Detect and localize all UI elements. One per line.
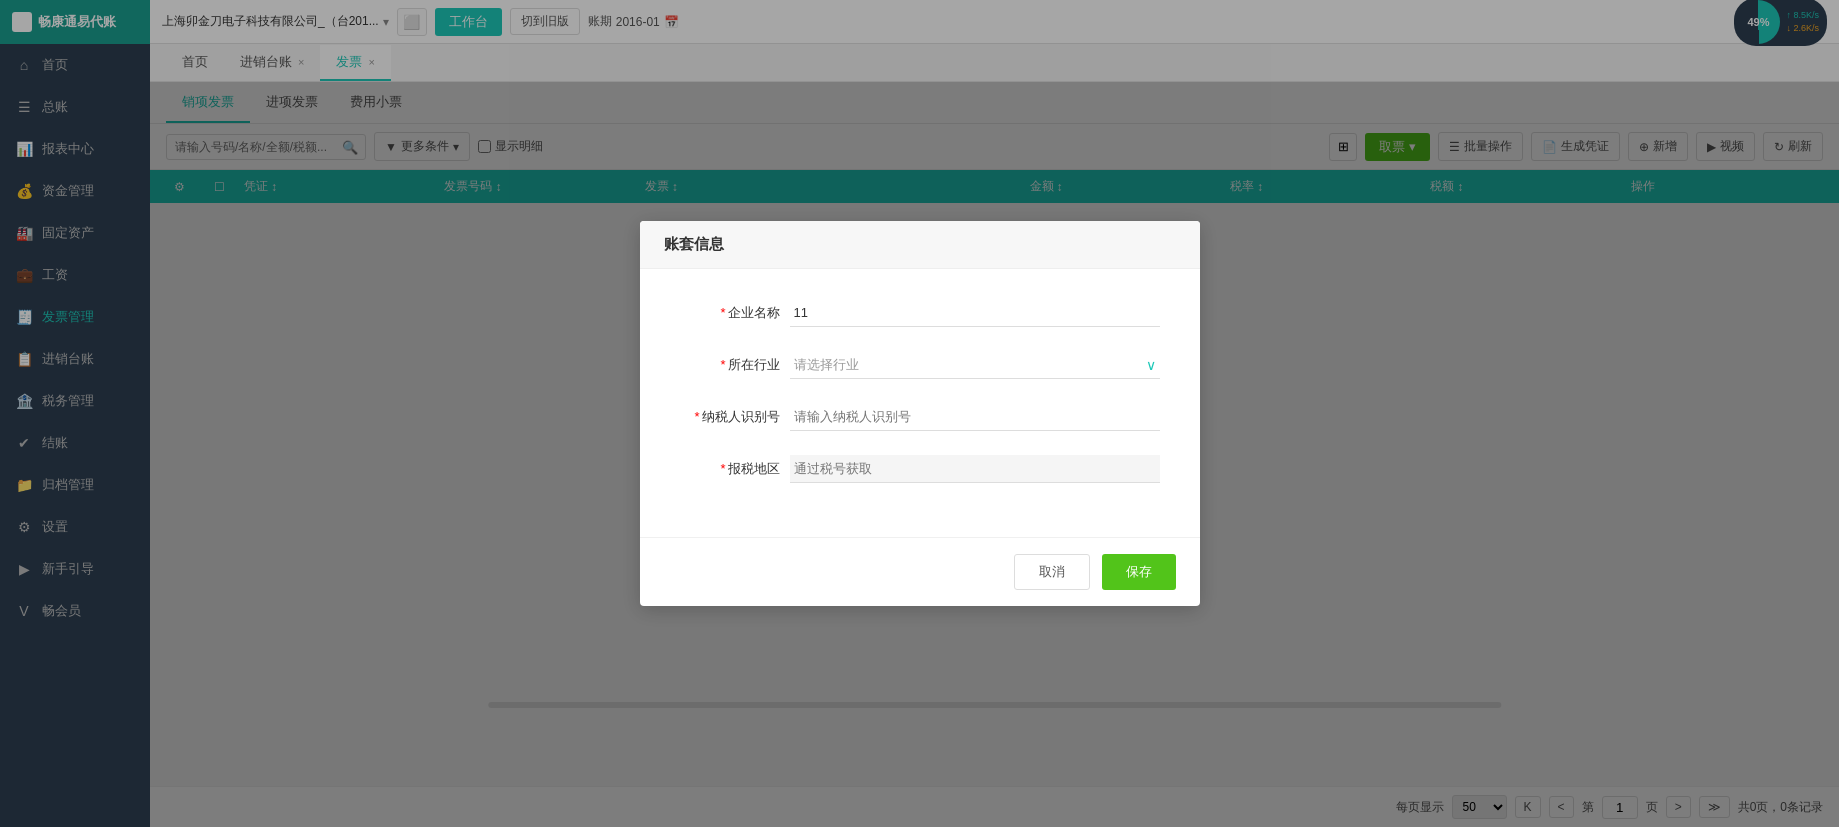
- form-row-tax-region: *报税地区: [680, 455, 1160, 483]
- form-row-tax-id: *纳税人识别号: [680, 403, 1160, 431]
- label-tax-region: *报税地区: [680, 460, 790, 478]
- modal-title: 账套信息: [640, 221, 1200, 269]
- label-industry: *所在行业: [680, 356, 790, 374]
- tax-region-input: [790, 455, 1160, 483]
- industry-select[interactable]: 请选择行业: [790, 351, 1160, 378]
- form-row-industry: *所在行业 请选择行业 ∨: [680, 351, 1160, 379]
- form-row-company: *企业名称: [680, 299, 1160, 327]
- tax-id-input[interactable]: [790, 403, 1160, 431]
- modal-footer: 取消 保存: [640, 537, 1200, 606]
- company-name-input[interactable]: [790, 299, 1160, 327]
- industry-dropdown-icon: ∨: [1146, 357, 1156, 373]
- label-tax-id: *纳税人识别号: [680, 408, 790, 426]
- industry-select-wrap: 请选择行业 ∨: [790, 351, 1160, 379]
- modal-overlay: 账套信息 *企业名称 *所在行业 请选择行业 ∨: [0, 0, 1839, 827]
- modal-body: *企业名称 *所在行业 请选择行业 ∨ *纳税人识别号: [640, 269, 1200, 537]
- cancel-button[interactable]: 取消: [1014, 554, 1090, 590]
- save-button[interactable]: 保存: [1102, 554, 1176, 590]
- label-company: *企业名称: [680, 304, 790, 322]
- account-info-modal: 账套信息 *企业名称 *所在行业 请选择行业 ∨: [640, 221, 1200, 606]
